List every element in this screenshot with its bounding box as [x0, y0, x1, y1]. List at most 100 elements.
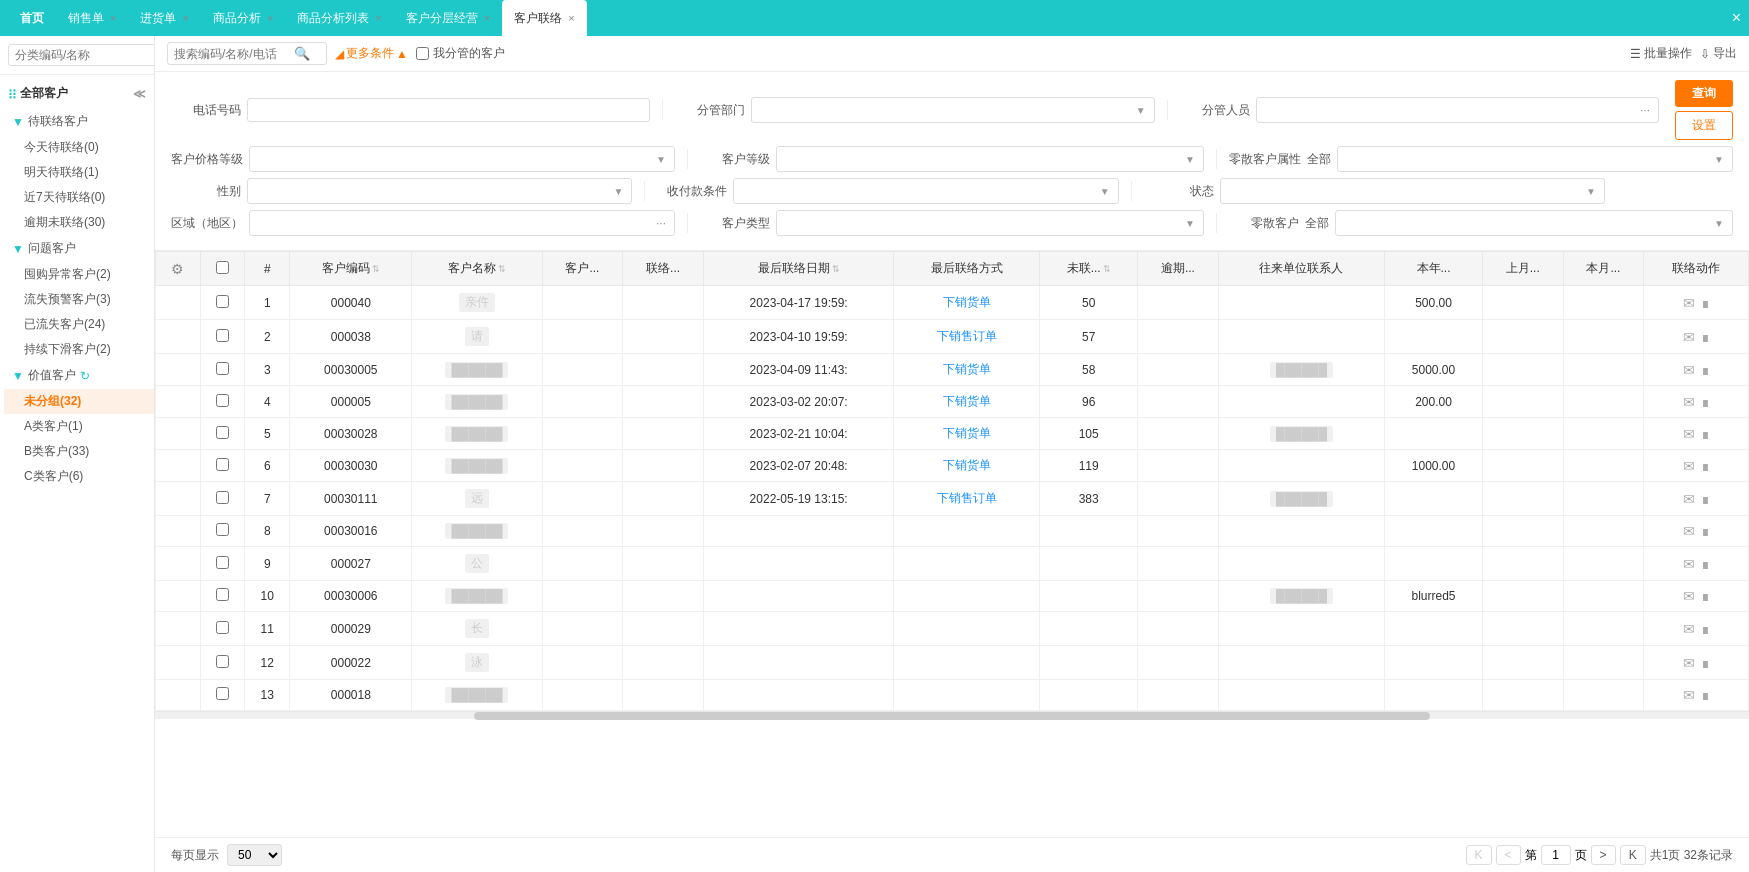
- more-conditions-btn[interactable]: ◢ 更多条件 ▲: [335, 45, 408, 62]
- message-icon[interactable]: ✉: [1683, 655, 1695, 671]
- qr-icon[interactable]: ∎: [1701, 426, 1710, 442]
- page-size-select[interactable]: 50 100: [227, 844, 282, 866]
- row-checkbox[interactable]: [216, 394, 229, 407]
- page-number-input[interactable]: [1541, 845, 1571, 865]
- message-icon[interactable]: ✉: [1683, 491, 1695, 507]
- qr-icon[interactable]: ∎: [1701, 588, 1710, 604]
- price-level-select[interactable]: ▼: [249, 146, 675, 172]
- row-checkbox[interactable]: [216, 523, 229, 536]
- tab-home[interactable]: 首页: [8, 0, 56, 36]
- settings-icon[interactable]: ⚙: [171, 261, 184, 277]
- reset-button[interactable]: 设置: [1675, 111, 1733, 140]
- row-checkbox[interactable]: [216, 362, 229, 375]
- message-icon[interactable]: ✉: [1683, 394, 1695, 410]
- my-customers-checkbox[interactable]: [416, 47, 429, 60]
- message-icon[interactable]: ✉: [1683, 458, 1695, 474]
- qr-icon[interactable]: ∎: [1701, 362, 1710, 378]
- sidebar-class-a[interactable]: A类客户(1): [4, 414, 154, 439]
- row-checkbox[interactable]: [216, 621, 229, 634]
- query-button[interactable]: 查询: [1675, 80, 1733, 107]
- last-way-link[interactable]: 下销货单: [943, 458, 991, 472]
- col-settings[interactable]: ⚙: [156, 252, 201, 286]
- row-checkbox[interactable]: [216, 655, 229, 668]
- sidebar-abnormal[interactable]: 囤购异常客户(2): [4, 262, 154, 287]
- tab-sales-close[interactable]: ×: [110, 12, 116, 24]
- sidebar-class-c[interactable]: C类客户(6): [4, 464, 154, 489]
- sidebar-problem-customers-header[interactable]: ▼ 问题客户: [4, 235, 154, 262]
- sidebar-churn-warning[interactable]: 流失预警客户(3): [4, 287, 154, 312]
- message-icon[interactable]: ✉: [1683, 426, 1695, 442]
- col-code[interactable]: 客户编码⇅: [290, 252, 412, 286]
- sidebar-class-b[interactable]: B类客户(33): [4, 439, 154, 464]
- message-icon[interactable]: ✉: [1683, 556, 1695, 572]
- sidebar-tomorrow-pending[interactable]: 明天待联络(1): [4, 160, 154, 185]
- batch-ops-button[interactable]: ☰ 批量操作: [1630, 45, 1692, 62]
- qr-icon[interactable]: ∎: [1701, 556, 1710, 572]
- sidebar-dormant[interactable]: 持续下滑客户(2): [4, 337, 154, 362]
- first-page-btn[interactable]: K: [1466, 845, 1492, 865]
- sidebar-near7-pending[interactable]: 近7天待联络(0): [4, 185, 154, 210]
- last-way-link[interactable]: 下销货单: [943, 394, 991, 408]
- last-way-link[interactable]: 下销货单: [943, 426, 991, 440]
- last-way-link[interactable]: 下销货单: [943, 362, 991, 376]
- row-checkbox[interactable]: [216, 556, 229, 569]
- sidebar-search-input[interactable]: [8, 44, 155, 66]
- sidebar-overdue-pending[interactable]: 逾期未联络(30): [4, 210, 154, 235]
- row-checkbox[interactable]: [216, 491, 229, 504]
- gender-select[interactable]: ▼: [247, 178, 632, 204]
- search-input[interactable]: [174, 47, 294, 61]
- tab-product-analysis-close[interactable]: ×: [267, 12, 273, 24]
- message-icon[interactable]: ✉: [1683, 523, 1695, 539]
- sidebar-unclassified[interactable]: 未分组(32): [4, 389, 154, 414]
- last-way-link[interactable]: 下销售订单: [937, 491, 997, 505]
- tab-customer-contact-close[interactable]: ×: [568, 12, 574, 24]
- message-icon[interactable]: ✉: [1683, 621, 1695, 637]
- my-customers-check[interactable]: 我分管的客户: [416, 45, 505, 62]
- tab-purchase-close[interactable]: ×: [182, 12, 188, 24]
- status-select[interactable]: ▼: [1220, 178, 1605, 204]
- payment-select[interactable]: ▼: [733, 178, 1118, 204]
- qr-icon[interactable]: ∎: [1701, 295, 1710, 311]
- tab-product-list[interactable]: 商品分析列表 ×: [285, 0, 393, 36]
- refresh-icon[interactable]: ↻: [80, 369, 90, 383]
- manager-select[interactable]: ···: [1256, 97, 1659, 123]
- qr-icon[interactable]: ∎: [1701, 655, 1710, 671]
- qr-icon[interactable]: ∎: [1701, 523, 1710, 539]
- col-last-date[interactable]: 最后联络日期⇅: [703, 252, 894, 286]
- last-way-link[interactable]: 下销货单: [943, 295, 991, 309]
- tab-customer-contact[interactable]: 客户联络 ×: [502, 0, 586, 36]
- sidebar-value-customers-header[interactable]: ▼ 价值客户 ↻: [4, 362, 154, 389]
- qr-icon[interactable]: ∎: [1701, 329, 1710, 345]
- phone-input[interactable]: [247, 98, 650, 122]
- message-icon[interactable]: ✉: [1683, 687, 1695, 703]
- sidebar-pending-contact-header[interactable]: ▼ 待联络客户: [4, 108, 154, 135]
- message-icon[interactable]: ✉: [1683, 362, 1695, 378]
- qr-icon[interactable]: ∎: [1701, 687, 1710, 703]
- message-icon[interactable]: ✉: [1683, 295, 1695, 311]
- select-all-checkbox[interactable]: [216, 261, 229, 274]
- dept-select[interactable]: ▼: [751, 97, 1154, 123]
- col-no-contact[interactable]: 未联...⇅: [1040, 252, 1138, 286]
- sidebar-all-customers[interactable]: ⁝⁝ 全部客户 ≪: [0, 79, 154, 108]
- row-checkbox[interactable]: [216, 458, 229, 471]
- close-all-tabs[interactable]: ×: [1732, 9, 1741, 27]
- sidebar-lost[interactable]: 已流失客户(24): [4, 312, 154, 337]
- next-page-btn[interactable]: >: [1591, 845, 1616, 865]
- tab-customer-tier[interactable]: 客户分层经营 ×: [394, 0, 502, 36]
- message-icon[interactable]: ✉: [1683, 329, 1695, 345]
- prev-page-btn[interactable]: <: [1496, 845, 1521, 865]
- sidebar-today-pending[interactable]: 今天待联络(0): [4, 135, 154, 160]
- tab-purchase[interactable]: 进货单 ×: [128, 0, 200, 36]
- tab-customer-tier-close[interactable]: ×: [484, 12, 490, 24]
- retail-attr-select[interactable]: ▼: [1337, 146, 1733, 172]
- row-checkbox[interactable]: [216, 426, 229, 439]
- row-checkbox[interactable]: [216, 588, 229, 601]
- qr-icon[interactable]: ∎: [1701, 458, 1710, 474]
- customer-level-select[interactable]: ▼: [776, 146, 1204, 172]
- search-icon[interactable]: 🔍: [294, 46, 310, 61]
- retail-customer-select[interactable]: ▼: [1335, 210, 1733, 236]
- message-icon[interactable]: ✉: [1683, 588, 1695, 604]
- last-page-btn[interactable]: K: [1620, 845, 1646, 865]
- qr-icon[interactable]: ∎: [1701, 491, 1710, 507]
- tab-product-list-close[interactable]: ×: [375, 12, 381, 24]
